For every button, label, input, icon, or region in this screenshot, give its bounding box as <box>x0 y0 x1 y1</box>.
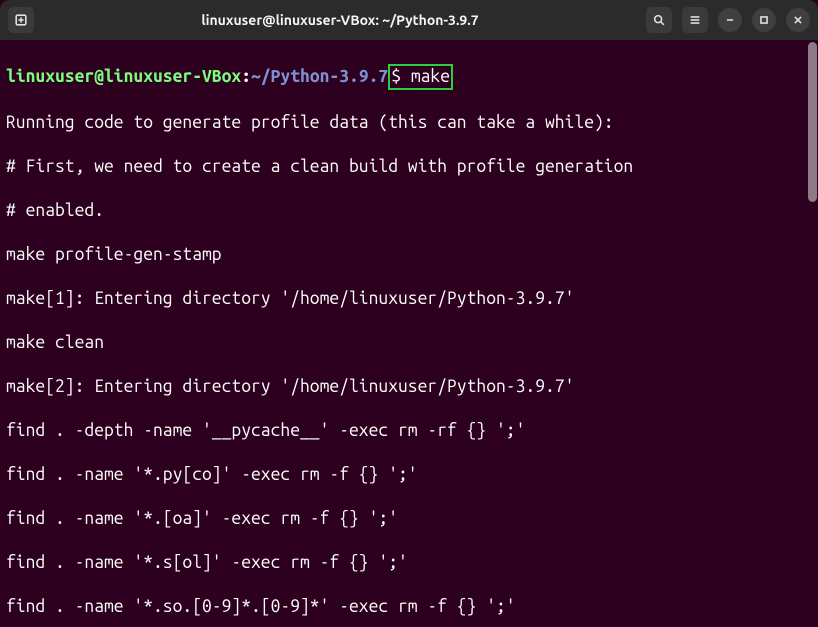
prompt-symbol: $ <box>391 67 411 86</box>
maximize-button[interactable] <box>752 8 776 32</box>
scrollbar-thumb[interactable] <box>808 42 817 202</box>
prompt-separator: : <box>241 67 251 86</box>
command-highlight: $ make <box>388 64 453 90</box>
close-button[interactable] <box>786 8 810 32</box>
output-line: find . -name '*.s[ol]' -exec rm -f {} ';… <box>6 552 812 574</box>
output-line: # enabled. <box>6 200 812 222</box>
output-line: make profile-gen-stamp <box>6 244 812 266</box>
minimize-button[interactable] <box>718 8 742 32</box>
output-line: find . -name '*.so.[0-9]*.[0-9]*' -exec … <box>6 596 812 618</box>
titlebar-left-group <box>8 7 34 33</box>
titlebar-right-group <box>646 7 810 33</box>
output-line: find . -name '*.py[co]' -exec rm -f {} '… <box>6 464 812 486</box>
terminal-content[interactable]: linuxuser@linuxuser-VBox:~/Python-3.9.7$… <box>0 40 818 627</box>
prompt-user-host: linuxuser@linuxuser-VBox <box>6 67 241 86</box>
output-line: find . -name '*.[oa]' -exec rm -f {} ';' <box>6 508 812 530</box>
prompt-line: linuxuser@linuxuser-VBox:~/Python-3.9.7$… <box>6 64 812 90</box>
prompt-path: ~/Python-3.9.7 <box>251 67 388 86</box>
menu-button[interactable] <box>682 7 708 33</box>
output-line: find . -depth -name '__pycache__' -exec … <box>6 420 812 442</box>
output-line: make[1]: Entering directory '/home/linux… <box>6 288 812 310</box>
output-line: make[2]: Entering directory '/home/linux… <box>6 376 812 398</box>
window-title: linuxuser@linuxuser-VBox: ~/Python-3.9.7 <box>42 12 638 28</box>
search-button[interactable] <box>646 7 672 33</box>
new-tab-button[interactable] <box>8 7 34 33</box>
window-titlebar: linuxuser@linuxuser-VBox: ~/Python-3.9.7 <box>0 0 818 40</box>
output-line: make clean <box>6 332 812 354</box>
prompt-command: make <box>411 67 450 86</box>
output-line: # First, we need to create a clean build… <box>6 156 812 178</box>
output-line: Running code to generate profile data (t… <box>6 112 812 134</box>
